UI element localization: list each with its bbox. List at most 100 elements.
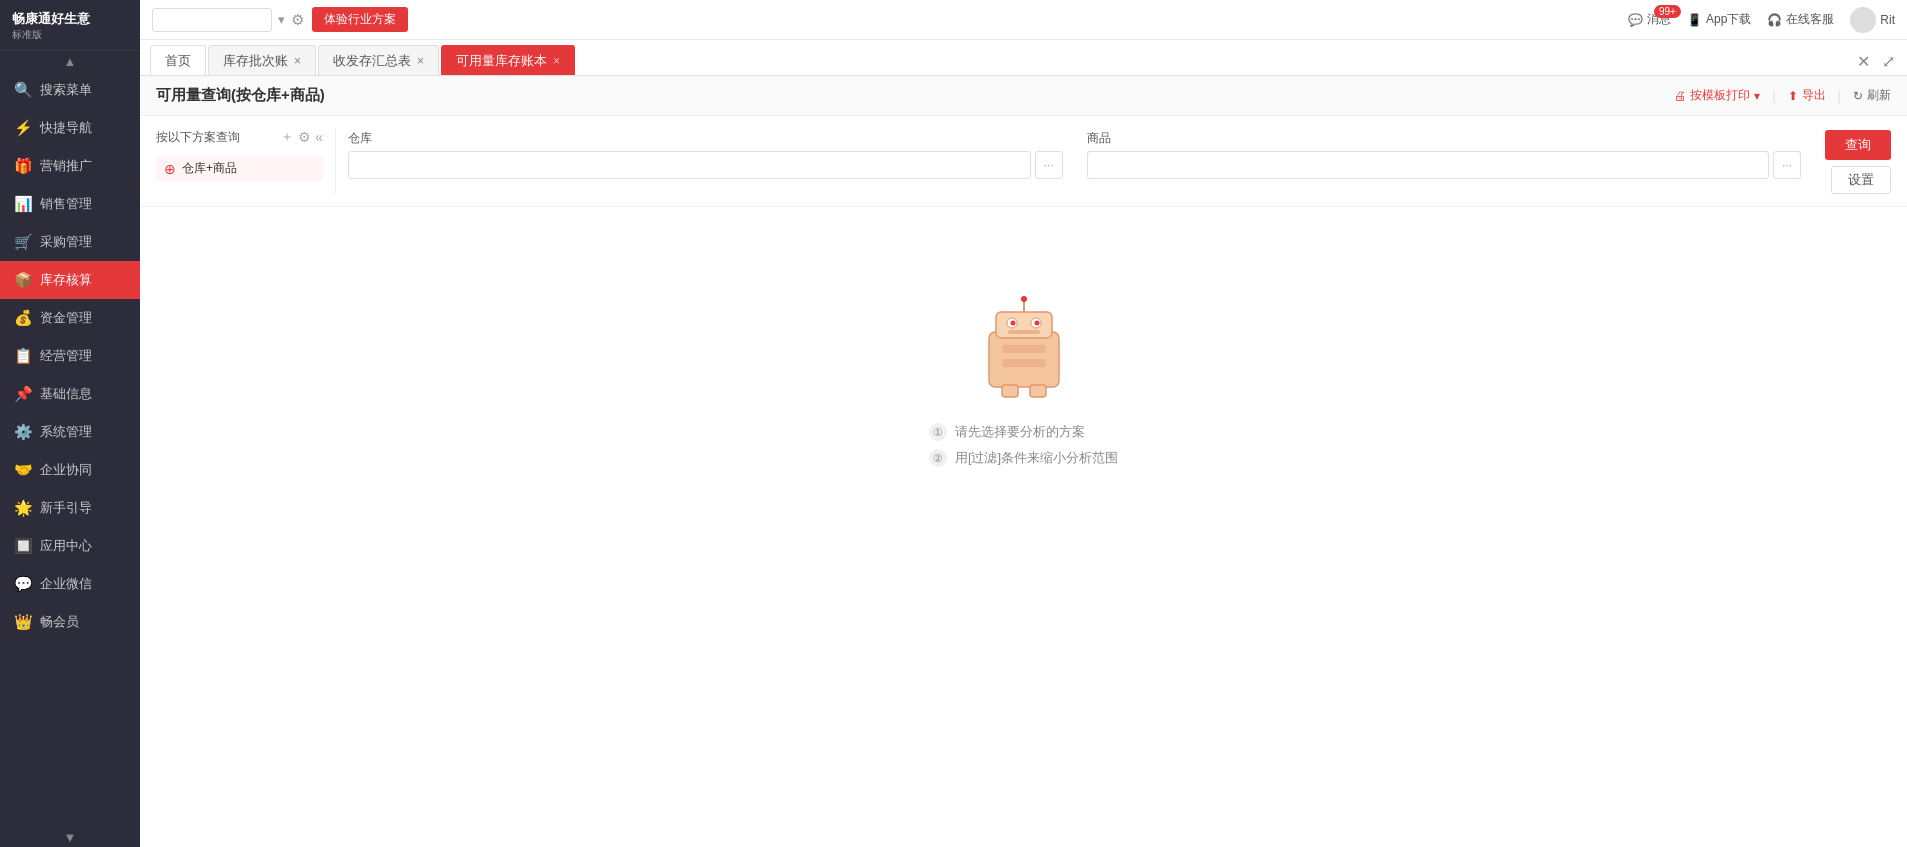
sidebar-logo: 畅康通好生意 标准版 — [12, 10, 128, 42]
svg-rect-10 — [1002, 359, 1046, 367]
wechat-icon: 💬 — [14, 575, 32, 593]
expand-tab-button[interactable]: ⤢ — [1878, 48, 1899, 75]
online-service-label: 在线客服 — [1786, 11, 1834, 28]
close-icon[interactable]: × — [417, 54, 424, 68]
filter-area: 按以下方案查询 ＋ ⚙ « ⊕ 仓库+商品 仓库 — [140, 116, 1907, 207]
export-icon: ⬆ — [1788, 89, 1798, 103]
sidebar-item-label: 采购管理 — [40, 233, 92, 251]
scheme-label: 仓库+商品 — [182, 160, 237, 177]
print-template-button[interactable]: 🖨 按模板打印 ▾ — [1674, 87, 1760, 104]
sidebar-item-label: 企业协同 — [40, 461, 92, 479]
search-icon: 🔍 — [14, 81, 32, 99]
sidebar-item-apps[interactable]: 🔲 应用中心 — [0, 527, 140, 565]
sidebar-item-guide[interactable]: 🌟 新手引导 — [0, 489, 140, 527]
app-download-label: App下载 — [1706, 11, 1751, 28]
sidebar-item-basic[interactable]: 📌 基础信息 — [0, 375, 140, 413]
tab-batch-account-label: 库存批次账 — [223, 52, 288, 70]
trial-button[interactable]: 体验行业方案 — [312, 7, 408, 32]
refresh-button[interactable]: ↻ 刷新 — [1853, 87, 1891, 104]
goods-more-button[interactable]: ··· — [1773, 151, 1801, 179]
print-icon: 🖨 — [1674, 89, 1686, 103]
tab-collect-total[interactable]: 收发存汇总表 × — [318, 45, 439, 75]
settings-scheme-button[interactable]: ⚙ — [298, 129, 311, 145]
user-area[interactable]: Rit — [1850, 7, 1895, 33]
warehouse-more-button[interactable]: ··· — [1035, 151, 1063, 179]
sidebar-item-system[interactable]: ⚙️ 系统管理 — [0, 413, 140, 451]
chevron-down-icon[interactable]: ▾ — [278, 12, 285, 27]
sidebar-item-operations[interactable]: 📋 经营管理 — [0, 337, 140, 375]
tab-home[interactable]: 首页 — [150, 45, 206, 75]
sidebar-item-search[interactable]: 🔍 搜索菜单 — [0, 71, 140, 109]
query-button[interactable]: 查询 — [1825, 130, 1891, 160]
enterprise-icon: 🤝 — [14, 461, 32, 479]
avatar — [1850, 7, 1876, 33]
close-icon[interactable]: × — [294, 54, 301, 68]
sidebar-item-label: 系统管理 — [40, 423, 92, 441]
separator: | — [1838, 88, 1841, 103]
operations-icon: 📋 — [14, 347, 32, 365]
topbar-right: 💬 消息 99+ 📱 App下载 🎧 在线客服 Rit — [1628, 7, 1895, 33]
filter-field-goods: 商品 ··· — [1087, 130, 1802, 179]
sidebar-item-enterprise[interactable]: 🤝 企业协同 — [0, 451, 140, 489]
sidebar-menu: 🔍 搜索菜单 ⚡ 快捷导航 🎁 营销推广 📊 销售管理 🛒 采购管理 📦 库存核… — [0, 71, 140, 827]
username: Rit — [1880, 13, 1895, 27]
empty-illustration — [964, 287, 1084, 407]
shortcut-icon: ⚡ — [14, 119, 32, 137]
collapse-scheme-button[interactable]: « — [315, 129, 323, 145]
gear-icon[interactable]: ⚙ — [291, 11, 304, 29]
svg-point-5 — [1034, 321, 1039, 326]
online-service-btn[interactable]: 🎧 在线客服 — [1767, 11, 1834, 28]
warehouse-input[interactable] — [348, 151, 1031, 179]
goods-input[interactable] — [1087, 151, 1770, 179]
filter-field-warehouse: 仓库 ··· — [348, 130, 1063, 179]
goods-field-label: 商品 — [1087, 130, 1802, 147]
sidebar-item-label: 搜索菜单 — [40, 81, 92, 99]
sidebar-item-marketing[interactable]: 🎁 营销推广 — [0, 147, 140, 185]
app-download-btn[interactable]: 📱 App下载 — [1687, 11, 1751, 28]
topbar-search-area: ▾ ⚙ — [152, 8, 304, 32]
message-badge: 99+ — [1654, 5, 1681, 18]
export-button[interactable]: ⬆ 导出 — [1788, 87, 1826, 104]
app-logo-subtitle: 标准版 — [12, 28, 128, 42]
sidebar-item-shortcut[interactable]: ⚡ 快捷导航 — [0, 109, 140, 147]
message-btn[interactable]: 💬 消息 99+ — [1628, 11, 1671, 28]
settings-button[interactable]: 设置 — [1831, 166, 1891, 194]
tab-batch-account[interactable]: 库存批次账 × — [208, 45, 316, 75]
scheme-item-warehouse-goods[interactable]: ⊕ 仓库+商品 — [156, 156, 323, 181]
message-icon: 💬 — [1628, 13, 1643, 27]
filter-fields: 仓库 ··· 商品 ··· 查询 — [348, 128, 1891, 194]
sidebar-item-purchase[interactable]: 🛒 采购管理 — [0, 223, 140, 261]
sidebar-item-label: 资金管理 — [40, 309, 92, 327]
page-title: 可用量查询(按仓库+商品) — [156, 86, 325, 105]
headset-icon: 🎧 — [1767, 13, 1782, 27]
sidebar-item-sales[interactable]: 📊 销售管理 — [0, 185, 140, 223]
sidebar-item-label: 应用中心 — [40, 537, 92, 555]
filter-field-row: ··· — [1087, 151, 1802, 179]
sidebar-item-inventory[interactable]: 📦 库存核算 — [0, 261, 140, 299]
sidebar-scroll-down[interactable]: ▼ — [0, 827, 140, 847]
page-inner: 可用量查询(按仓库+商品) 🖨 按模板打印 ▾ | ⬆ 导出 | ↻ — [140, 76, 1907, 847]
topbar: ▾ ⚙ 体验行业方案 💬 消息 99+ 📱 App下载 🎧 在线客服 Rit — [140, 0, 1907, 40]
sidebar-item-member[interactable]: 👑 畅会员 — [0, 603, 140, 641]
filter-actions-right: 查询 设置 — [1825, 130, 1891, 194]
sidebar-item-finance[interactable]: 💰 资金管理 — [0, 299, 140, 337]
close-tab-button[interactable]: ✕ — [1853, 48, 1874, 75]
tab-collect-total-label: 收发存汇总表 — [333, 52, 411, 70]
phone-icon: 📱 — [1687, 13, 1702, 27]
hint-num-1: ① — [929, 423, 947, 441]
tab-available-stock[interactable]: 可用量库存账本 × — [441, 45, 575, 75]
svg-rect-9 — [1002, 345, 1046, 353]
sidebar-scroll-up[interactable]: ▲ — [0, 51, 140, 71]
filter-scheme-panel: 按以下方案查询 ＋ ⚙ « ⊕ 仓库+商品 — [156, 128, 336, 194]
close-icon[interactable]: × — [553, 54, 560, 68]
sidebar-item-label: 营销推广 — [40, 157, 92, 175]
add-scheme-button[interactable]: ＋ — [280, 128, 294, 146]
sidebar-item-label: 畅会员 — [40, 613, 79, 631]
sidebar-header: 畅康通好生意 标准版 — [0, 0, 140, 51]
sidebar-item-wechat[interactable]: 💬 企业微信 — [0, 565, 140, 603]
filter-field-row: ··· — [348, 151, 1063, 179]
topbar-search-input[interactable] — [152, 8, 272, 32]
empty-hint-1: ① 请先选择要分析的方案 — [929, 423, 1118, 441]
sidebar-item-label: 新手引导 — [40, 499, 92, 517]
sidebar-item-label: 快捷导航 — [40, 119, 92, 137]
